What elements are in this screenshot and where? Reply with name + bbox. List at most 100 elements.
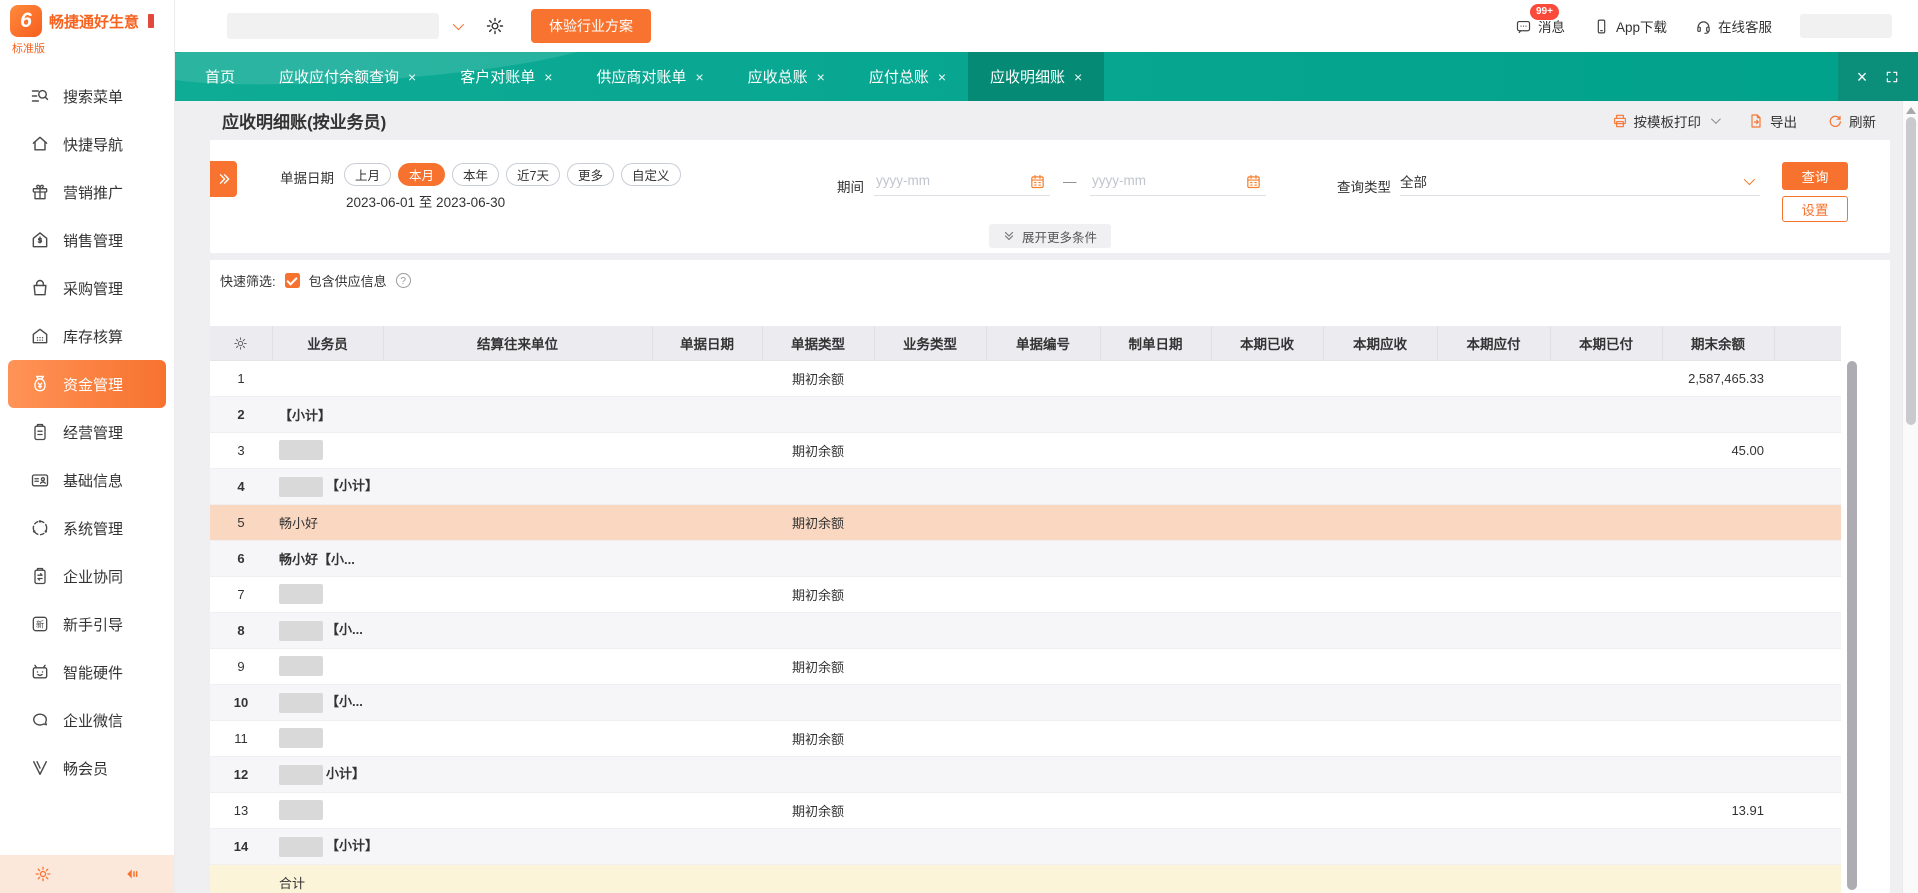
date-pill-自定义[interactable]: 自定义	[621, 163, 681, 186]
sidebar-item-畅会员[interactable]: 畅会员	[8, 744, 166, 792]
collapse-sidebar-icon[interactable]	[122, 865, 140, 883]
period-from-input[interactable]	[874, 166, 1050, 196]
total-row[interactable]: 合计	[210, 864, 1841, 893]
table-row[interactable]: 6 畅小好【小...	[210, 540, 1841, 577]
doc-type-cell	[762, 612, 874, 649]
page-scrollbar[interactable]	[1902, 101, 1918, 893]
column-header-期末余额[interactable]: 期末余额	[1662, 326, 1775, 361]
app-download-button[interactable]: App下载	[1593, 16, 1667, 36]
sidebar-item-企业协同[interactable]: 企业协同	[8, 552, 166, 600]
column-header-单据类型[interactable]: 单据类型	[762, 326, 875, 361]
column-header-本期应收[interactable]: 本期应收	[1323, 326, 1438, 361]
query-button[interactable]: 查询	[1782, 162, 1848, 190]
date-pill-上月[interactable]: 上月	[344, 163, 392, 186]
messages-button[interactable]: 消息 99+	[1515, 3, 1565, 36]
table-row[interactable]: 11 期初余额	[210, 720, 1841, 757]
date-pill-本月[interactable]: 本月	[398, 163, 446, 186]
question-icon[interactable]: ?	[395, 273, 411, 288]
table-row[interactable]: 8 【小...	[210, 612, 1841, 649]
sidebar-item-库存核算[interactable]: 库存核算	[8, 312, 166, 360]
column-header-业务类型[interactable]: 业务类型	[874, 326, 987, 361]
table-row[interactable]: 3 期初余额 45.00	[210, 432, 1841, 469]
sidebar-item-营销推广[interactable]: 营销推广	[8, 168, 166, 216]
sidebar-item-销售管理[interactable]: 销售管理	[8, 216, 166, 264]
salesman-cell	[272, 360, 383, 397]
ending-balance-cell	[1662, 468, 1774, 505]
export-button[interactable]: 导出	[1748, 111, 1797, 131]
close-tab-icon[interactable]: ×	[938, 70, 946, 84]
date-pill-本年[interactable]: 本年	[452, 163, 500, 186]
calendar-icon[interactable]	[1029, 173, 1046, 190]
period-to-input[interactable]	[1090, 166, 1266, 196]
table-row[interactable]: 12 小计】	[210, 756, 1841, 793]
close-tab-icon[interactable]: ×	[1074, 70, 1082, 84]
redacted-text	[279, 476, 323, 497]
column-header-结算往来单位[interactable]: 结算往来单位	[383, 326, 653, 361]
close-tab-icon[interactable]: ×	[817, 70, 825, 84]
refresh-button[interactable]: 刷新	[1827, 111, 1876, 131]
user-name-redacted[interactable]	[1800, 14, 1892, 38]
scroll-up-arrow-icon[interactable]	[1905, 107, 1916, 114]
column-header-本期已付[interactable]: 本期已付	[1550, 326, 1663, 361]
date-pill-近7天[interactable]: 近7天	[506, 163, 560, 186]
table-row[interactable]: 13 期初余额 13.91	[210, 792, 1841, 829]
gear-icon[interactable]	[461, 16, 505, 36]
tab-应收总账[interactable]: 应收总账 ×	[726, 52, 847, 101]
chevron-down-icon	[1710, 114, 1721, 125]
tab-应收明细账[interactable]: 应收明细账 ×	[968, 52, 1105, 101]
tab-供应商对账单[interactable]: 供应商对账单 ×	[574, 52, 725, 101]
column-header-单据日期[interactable]: 单据日期	[652, 326, 763, 361]
sidebar-item-基础信息[interactable]: 基础信息	[8, 456, 166, 504]
table-row[interactable]: 10 【小...	[210, 684, 1841, 721]
tab-首页[interactable]: 首页	[183, 52, 257, 101]
gear-icon[interactable]	[34, 865, 52, 883]
include-supply-checkbox[interactable]	[284, 273, 300, 288]
close-tab-icon[interactable]: ×	[695, 70, 703, 84]
close-tab-icon[interactable]: ×	[544, 70, 552, 84]
table-row[interactable]: 1 期初余额 2,587,465.33	[210, 360, 1841, 397]
print-by-template-button[interactable]: 按模板打印	[1612, 111, 1721, 131]
sidebar-item-采购管理[interactable]: 采购管理	[8, 264, 166, 312]
close-tab-icon[interactable]: ×	[408, 70, 416, 84]
tab-label: 客户对账单	[460, 69, 536, 86]
expand-filter-handle[interactable]	[210, 161, 237, 197]
table-vertical-scrollbar[interactable]	[1847, 361, 1857, 890]
tab-客户对账单[interactable]: 客户对账单 ×	[438, 52, 574, 101]
sidebar-item-资金管理[interactable]: 资金管理	[8, 360, 166, 408]
calendar-icon[interactable]	[1245, 173, 1262, 190]
ending-balance-cell	[1662, 576, 1774, 613]
scrollbar-thumb[interactable]	[1905, 117, 1916, 425]
column-header-本期已收[interactable]: 本期已收	[1211, 326, 1324, 361]
table-row[interactable]: 7 期初余额	[210, 576, 1841, 613]
table-row[interactable]: 2 【小计】	[210, 396, 1841, 433]
table-row[interactable]: 9 期初余额	[210, 648, 1841, 685]
column-header-单据编号[interactable]: 单据编号	[986, 326, 1101, 361]
column-header-业务员[interactable]: 业务员	[272, 326, 384, 361]
close-window-icon[interactable]: ×	[1857, 68, 1868, 86]
sidebar-item-系统管理[interactable]: 系统管理	[8, 504, 166, 552]
column-settings-header[interactable]	[210, 326, 273, 361]
experience-solution-button[interactable]: 体验行业方案	[531, 9, 651, 43]
sidebar-item-搜索菜单[interactable]: 搜索菜单	[8, 72, 166, 120]
sidebar-item-快捷导航[interactable]: 快捷导航	[8, 120, 166, 168]
table-row[interactable]: 5 畅小好 期初余额	[210, 504, 1841, 541]
sidebar-item-智能硬件[interactable]: 智能硬件	[8, 648, 166, 696]
sidebar-item-经营管理[interactable]: 经营管理	[8, 408, 166, 456]
online-support-button[interactable]: 在线客服	[1695, 16, 1772, 36]
date-range-value[interactable]: 2023-06-01 至 2023-06-30	[346, 191, 505, 211]
query-type-select[interactable]: 全部	[1400, 166, 1760, 196]
fullscreen-icon[interactable]	[1885, 70, 1899, 84]
redacted-text	[279, 656, 323, 676]
sidebar-item-新手引导[interactable]: 新手引导	[8, 600, 166, 648]
table-row[interactable]: 14 【小计】	[210, 828, 1841, 865]
column-header-本期应付[interactable]: 本期应付	[1437, 326, 1551, 361]
date-pill-更多[interactable]: 更多	[567, 163, 615, 186]
table-row[interactable]: 4 【小计】	[210, 468, 1841, 505]
settings-button[interactable]: 设置	[1782, 196, 1848, 222]
column-header-制单日期[interactable]: 制单日期	[1100, 326, 1212, 361]
sidebar-item-企业微信[interactable]: 企业微信	[8, 696, 166, 744]
expand-more-conditions-button[interactable]: 展开更多条件	[988, 224, 1112, 248]
company-name-redacted[interactable]	[227, 13, 439, 39]
tab-应收应付余额查询[interactable]: 应收应付余额查询 ×	[257, 52, 438, 101]
tab-应付总账[interactable]: 应付总账 ×	[847, 52, 968, 101]
